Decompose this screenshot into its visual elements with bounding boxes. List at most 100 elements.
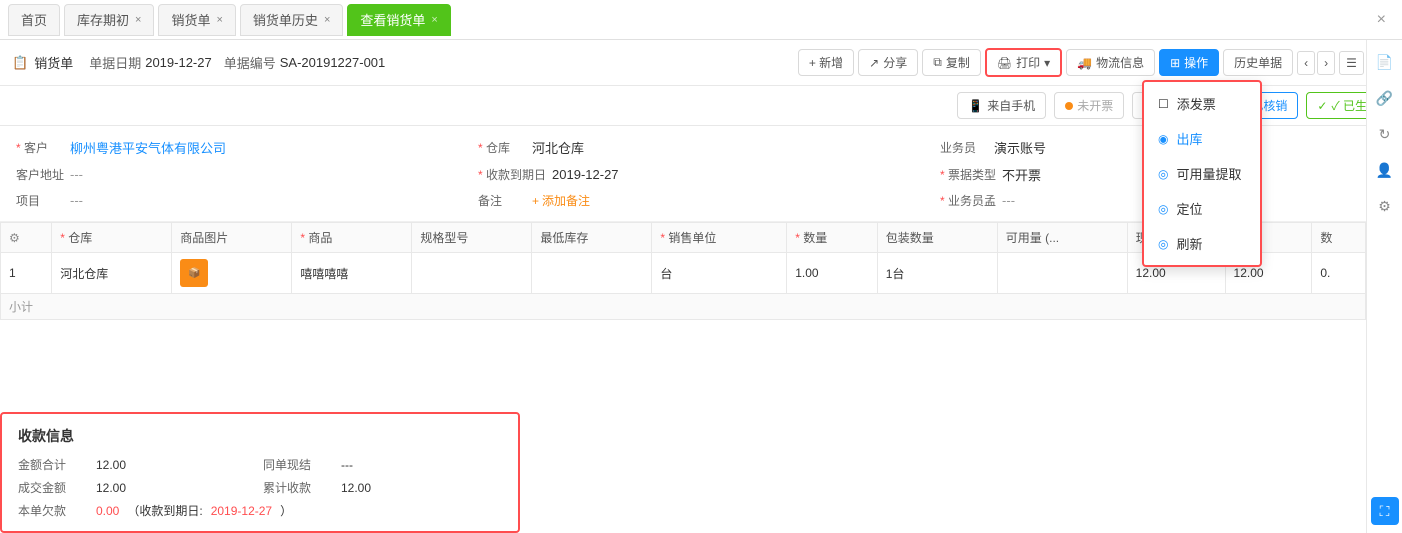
print-button[interactable]: 🖨 打印 ▾ xyxy=(985,48,1062,77)
not-open-btn[interactable]: 未开票 xyxy=(1054,92,1124,119)
warehouse-out-icon: ◉ xyxy=(1158,132,1168,146)
sidebar-settings-icon[interactable]: ⚙ xyxy=(1371,192,1399,220)
col-unit: 销售单位 xyxy=(652,223,787,253)
address-label: 客户地址 xyxy=(16,166,64,183)
refresh-icon: ◎ xyxy=(1158,237,1168,251)
copy-button[interactable]: ⧉ 复制 xyxy=(922,49,981,76)
doc-number-item: 单据编号 SA-20191227-001 xyxy=(224,53,386,72)
dropdown-locate[interactable]: ◎ 定位 xyxy=(1144,191,1260,226)
not-open-dot xyxy=(1065,102,1073,110)
print-icon: 🖨 xyxy=(997,56,1012,70)
doc-date-item: 单据日期 2019-12-27 xyxy=(89,53,212,72)
phone-icon: 📱 xyxy=(968,99,983,113)
tab-bar: 首页 库存期初 × 销货单 × 销货单历史 × 查看销货单 × × xyxy=(0,0,1402,40)
ops-dropdown-menu: ☐ 添发票 ◉ 出库 ◎ 可用量提取 ◎ 定位 ◎ 刷新 xyxy=(1142,80,1262,267)
logistics-button[interactable]: 🚚 物流信息 xyxy=(1066,49,1155,76)
payment-date-value: 2019-12-27 xyxy=(552,167,619,182)
new-label: + 新增 xyxy=(809,54,843,71)
payment-grid: 金额合计 12.00 同单现结 --- 成交金额 12.00 累计收款 12.0… xyxy=(18,456,502,519)
share-button[interactable]: ↗ 分享 xyxy=(858,49,918,76)
arrears-bracket: ） xyxy=(280,502,292,519)
tab-home[interactable]: 首页 xyxy=(8,4,60,36)
address-value: --- xyxy=(70,167,83,182)
row-spec xyxy=(412,253,532,294)
total-amount-value: 12.00 xyxy=(96,458,126,472)
window-close-btn[interactable]: × xyxy=(1369,7,1394,33)
row-available xyxy=(997,253,1127,294)
col-settings[interactable]: ⚙ xyxy=(1,223,52,253)
col-available: 可用量 (... xyxy=(997,223,1127,253)
warehouse-out-label: 出库 xyxy=(1176,129,1202,148)
col-spec: 规格型号 xyxy=(412,223,532,253)
tab-history-close[interactable]: × xyxy=(324,14,330,26)
tab-view-close[interactable]: × xyxy=(431,14,437,26)
sidebar-link-icon[interactable]: 🔗 xyxy=(1371,84,1399,112)
dropdown-refresh[interactable]: ◎ 刷新 xyxy=(1144,226,1260,261)
sales-person-label: 业务员孟 xyxy=(940,192,996,209)
dropdown-available-qty[interactable]: ◎ 可用量提取 xyxy=(1144,156,1260,191)
not-open-label: 未开票 xyxy=(1077,97,1113,114)
warehouse-row: 仓库 河北仓库 xyxy=(478,138,924,157)
col-qty: 数量 xyxy=(787,223,878,253)
nav-arrows: ‹ › xyxy=(1297,51,1335,75)
subtotal-label: 小计 xyxy=(1,294,1366,320)
doc-title-text: 销货单 xyxy=(34,53,73,72)
next-button[interactable]: › xyxy=(1317,51,1335,75)
from-phone-label: 来自手机 xyxy=(987,97,1035,114)
customer-value[interactable]: 柳州粤港平安气体有限公司 xyxy=(70,138,226,157)
col-min-stock: 最低库存 xyxy=(532,223,652,253)
col-product-img: 商品图片 xyxy=(172,223,292,253)
same-settlement-row: 同单现结 --- xyxy=(263,456,502,473)
project-value: --- xyxy=(70,193,83,208)
sidebar-refresh-icon[interactable]: ↻ xyxy=(1371,120,1399,148)
doc-meta: 单据日期 2019-12-27 单据编号 SA-20191227-001 xyxy=(89,53,782,72)
ops-icon: ⊞ xyxy=(1170,56,1180,70)
tab-home-label: 首页 xyxy=(21,10,47,29)
available-qty-icon: ◎ xyxy=(1158,167,1168,181)
history-button[interactable]: 历史单据 xyxy=(1223,49,1293,76)
ops-button[interactable]: ⊞ 操作 xyxy=(1159,49,1219,76)
subtotal-row: 小计 xyxy=(1,294,1366,320)
current-arrears-value: 0.00 xyxy=(96,504,119,518)
payment-info-box: 收款信息 金额合计 12.00 同单现结 --- 成交金额 12.00 累计收款… xyxy=(0,412,520,533)
list-view-btn[interactable]: ☰ xyxy=(1339,51,1364,75)
address-row: 客户地址 --- xyxy=(16,165,462,184)
col-warehouse: 仓库 xyxy=(52,223,172,253)
print-label: 打印 xyxy=(1016,54,1040,71)
print-dropdown-icon: ▾ xyxy=(1044,56,1050,70)
col-amount: 数 xyxy=(1312,223,1366,253)
customer-row: 客户 柳州粤港平安气体有限公司 xyxy=(16,138,462,157)
add-invoice-label: 添发票 xyxy=(1177,94,1216,113)
customer-label: 客户 xyxy=(16,139,64,156)
from-phone-btn[interactable]: 📱 来自手机 xyxy=(957,92,1046,119)
available-qty-label: 可用量提取 xyxy=(1176,164,1241,183)
dropdown-add-invoice[interactable]: ☐ 添发票 xyxy=(1144,86,1260,121)
product-image: 📦 xyxy=(180,259,208,287)
doc-date-label: 单据日期 xyxy=(89,53,141,72)
row-unit: 台 xyxy=(652,253,787,294)
note-row: 备注 + 添加备注 xyxy=(478,192,924,209)
tab-inventory-init[interactable]: 库存期初 × xyxy=(64,4,154,36)
new-button[interactable]: + 新增 xyxy=(798,49,854,76)
col-pack-qty: 包装数量 xyxy=(877,223,997,253)
ops-label: 操作 xyxy=(1184,54,1208,71)
tab-sales-history[interactable]: 销货单历史 × xyxy=(240,4,343,36)
prev-button[interactable]: ‹ xyxy=(1297,51,1315,75)
tab-sales-close[interactable]: × xyxy=(216,14,222,26)
history-label: 历史单据 xyxy=(1234,54,1282,71)
add-note-btn[interactable]: + 添加备注 xyxy=(532,192,590,209)
cumulative-receipt-value: 12.00 xyxy=(341,481,371,495)
tab-inventory-close[interactable]: × xyxy=(135,14,141,26)
sales-person-value: --- xyxy=(1002,193,1015,208)
sidebar-fullscreen-icon[interactable]: ⛶ xyxy=(1371,497,1399,525)
sidebar-user-icon[interactable]: 👤 xyxy=(1371,156,1399,184)
sidebar-doc-icon[interactable]: 📄 xyxy=(1371,48,1399,76)
warehouse-label: 仓库 xyxy=(478,139,526,156)
tab-sales-order[interactable]: 销货单 × xyxy=(158,4,235,36)
ticket-type-label: 票据类型 xyxy=(940,166,996,183)
logistics-label: 物流信息 xyxy=(1096,54,1144,71)
dropdown-warehouse-out[interactable]: ◉ 出库 xyxy=(1144,121,1260,156)
right-sidebar: 📄 🔗 ↻ 👤 ⚙ ⛶ xyxy=(1366,40,1402,533)
tab-view-sales[interactable]: 查看销货单 × xyxy=(347,4,450,36)
staff-value: 演示账号 xyxy=(994,138,1046,157)
